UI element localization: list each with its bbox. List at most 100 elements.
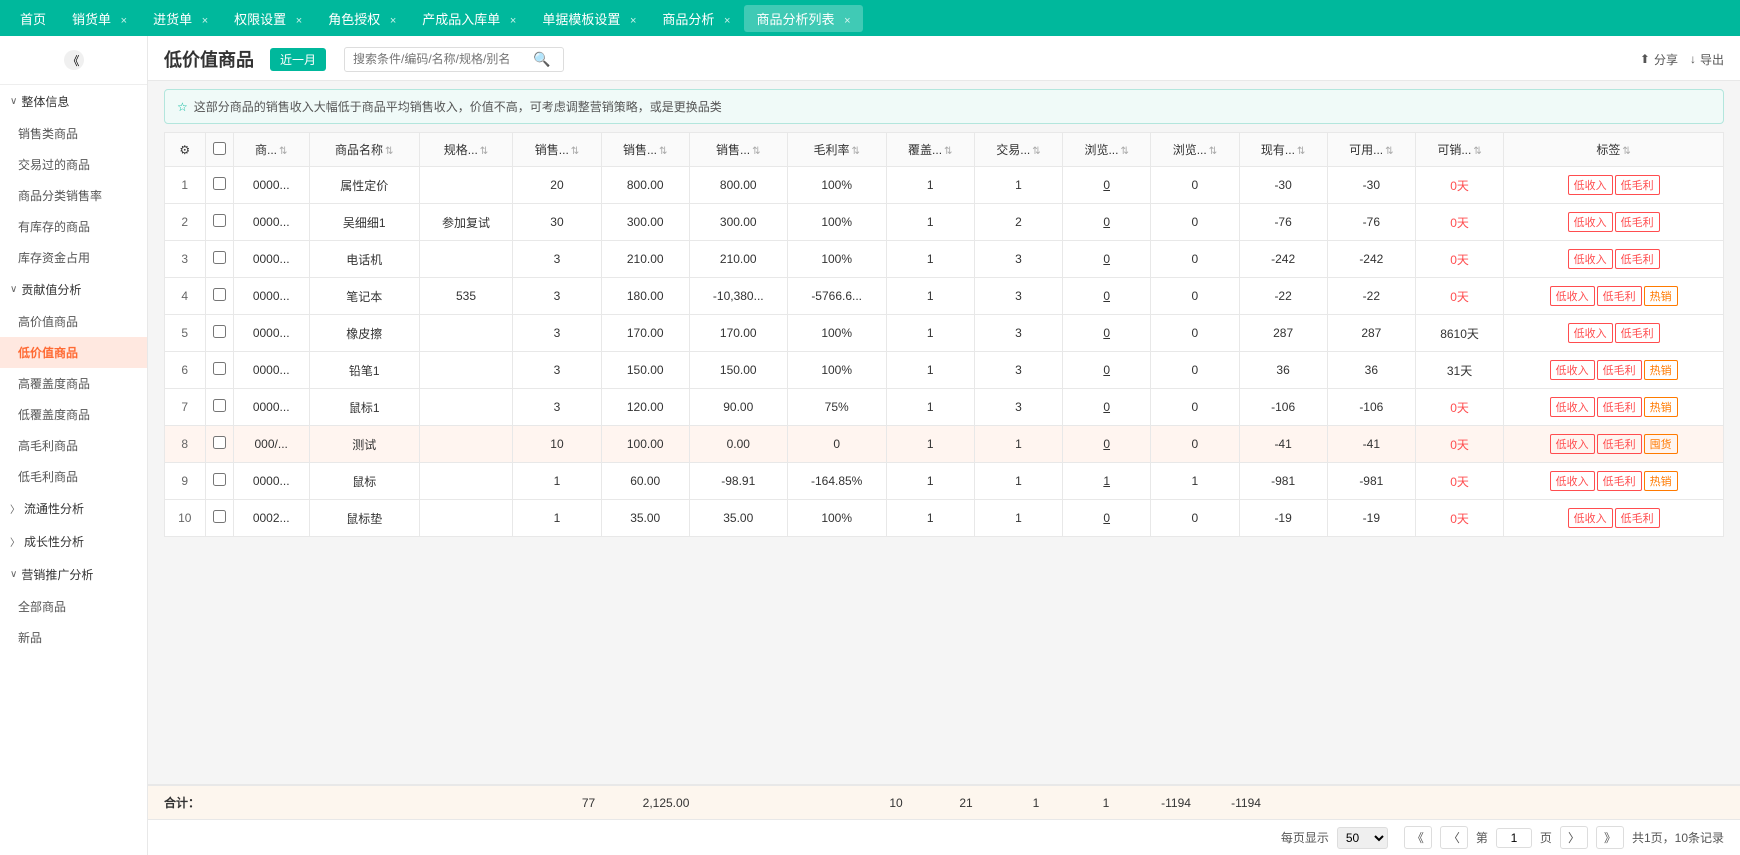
cell-browse1[interactable]: 0 — [1063, 389, 1151, 426]
nav-role-auth[interactable]: 角色授权 × — [316, 5, 408, 32]
cell-code: 0000... — [233, 241, 309, 278]
sidebar-group-circulation[interactable]: 〉 流通性分析 — [0, 492, 147, 525]
col-spec[interactable]: 规格...⇅ — [419, 133, 513, 167]
nav-product-stock[interactable]: 产成品入库单 × — [410, 5, 528, 32]
nav-purchase-order[interactable]: 进货单 × — [141, 5, 220, 32]
col-transaction[interactable]: 交易...⇅ — [974, 133, 1062, 167]
cell-browse1[interactable]: 0 — [1063, 167, 1151, 204]
period-button[interactable]: 近一月 — [270, 48, 326, 71]
cell-browse1[interactable]: 0 — [1063, 500, 1151, 537]
prev-page-btn[interactable]: 〈 — [1440, 826, 1468, 849]
row-checkbox[interactable] — [213, 436, 226, 449]
col-browse2[interactable]: 浏览...⇅ — [1151, 133, 1239, 167]
cell-checkbox[interactable] — [205, 278, 233, 315]
cell-checkbox[interactable] — [205, 204, 233, 241]
nav-product-analysis-list[interactable]: 商品分析列表 × — [744, 5, 862, 32]
col-margin[interactable]: 毛利率⇅ — [787, 133, 886, 167]
col-sales3[interactable]: 销售...⇅ — [689, 133, 787, 167]
cell-browse1[interactable]: 0 — [1063, 241, 1151, 278]
col-current[interactable]: 现有...⇅ — [1239, 133, 1327, 167]
cell-checkbox[interactable] — [205, 389, 233, 426]
nav-home[interactable]: 首页 — [8, 5, 58, 32]
cell-browse1[interactable]: 0 — [1063, 352, 1151, 389]
sidebar-item-new-products[interactable]: 新品 — [0, 622, 147, 653]
row-checkbox[interactable] — [213, 288, 226, 301]
nav-permission[interactable]: 权限设置 × — [222, 5, 314, 32]
select-all-checkbox[interactable] — [213, 142, 226, 155]
col-available[interactable]: 可用...⇅ — [1327, 133, 1415, 167]
sidebar-item-category-sales-rate[interactable]: 商品分类销售率 — [0, 180, 147, 211]
col-sellable[interactable]: 可销...⇅ — [1415, 133, 1503, 167]
browse1-link[interactable]: 0 — [1103, 252, 1110, 266]
export-button[interactable]: ↓ 导出 — [1690, 51, 1724, 68]
sidebar-item-inventory-capital[interactable]: 库存资金占用 — [0, 242, 147, 273]
col-code[interactable]: 商...⇅ — [233, 133, 309, 167]
browse1-link[interactable]: 0 — [1103, 437, 1110, 451]
row-checkbox[interactable] — [213, 510, 226, 523]
cell-checkbox[interactable] — [205, 500, 233, 537]
cell-checkbox[interactable] — [205, 352, 233, 389]
cell-browse1[interactable]: 0 — [1063, 426, 1151, 463]
row-checkbox[interactable] — [213, 473, 226, 486]
sidebar-item-in-stock[interactable]: 有库存的商品 — [0, 211, 147, 242]
col-tags[interactable]: 标签⇅ — [1504, 133, 1724, 167]
sidebar-collapse-btn[interactable]: 《 — [64, 50, 84, 70]
col-browse1[interactable]: 浏览...⇅ — [1063, 133, 1151, 167]
browse1-link[interactable]: 0 — [1103, 400, 1110, 414]
sidebar-item-low-margin[interactable]: 低毛利商品 — [0, 461, 147, 492]
page-number-input[interactable] — [1496, 828, 1532, 848]
sidebar-group-growth[interactable]: 〉 成长性分析 — [0, 525, 147, 558]
first-page-btn[interactable]: 《 — [1404, 826, 1432, 849]
sidebar-item-high-coverage[interactable]: 高覆盖度商品 — [0, 368, 147, 399]
share-button[interactable]: ⬆ 分享 — [1640, 51, 1678, 68]
sidebar-item-sales-products[interactable]: 销售类商品 — [0, 118, 147, 149]
cell-browse1[interactable]: 0 — [1063, 278, 1151, 315]
row-checkbox[interactable] — [213, 177, 226, 190]
next-page-btn[interactable]: 〉 — [1560, 826, 1588, 849]
cell-browse1[interactable]: 0 — [1063, 315, 1151, 352]
row-checkbox[interactable] — [213, 399, 226, 412]
sidebar-item-traded[interactable]: 交易过的商品 — [0, 149, 147, 180]
browse1-link[interactable]: 0 — [1103, 511, 1110, 525]
sidebar-item-low-coverage[interactable]: 低覆盖度商品 — [0, 399, 147, 430]
cell-checkbox[interactable] — [205, 426, 233, 463]
cell-current: -41 — [1239, 426, 1327, 463]
sidebar-item-high-margin[interactable]: 高毛利商品 — [0, 430, 147, 461]
col-sales1[interactable]: 销售...⇅ — [513, 133, 601, 167]
browse1-link[interactable]: 0 — [1103, 178, 1110, 192]
row-checkbox[interactable] — [213, 251, 226, 264]
cell-browse1[interactable]: 1 — [1063, 463, 1151, 500]
sidebar-item-all-products[interactable]: 全部商品 — [0, 591, 147, 622]
cell-browse2: 0 — [1151, 500, 1239, 537]
col-name[interactable]: 商品名称⇅ — [309, 133, 419, 167]
nav-product-analysis[interactable]: 商品分析 × — [650, 5, 742, 32]
row-checkbox[interactable] — [213, 325, 226, 338]
browse1-link[interactable]: 0 — [1103, 215, 1110, 229]
browse1-link[interactable]: 0 — [1103, 363, 1110, 377]
sidebar-group-marketing[interactable]: ∨ 营销推广分析 — [0, 558, 147, 591]
col-coverage[interactable]: 覆盖...⇅ — [886, 133, 974, 167]
nav-sales-order[interactable]: 销货单 × — [60, 5, 139, 32]
row-checkbox[interactable] — [213, 214, 226, 227]
browse1-link[interactable]: 0 — [1103, 326, 1110, 340]
last-page-btn[interactable]: 》 — [1596, 826, 1624, 849]
sidebar-item-high-value[interactable]: 高价值商品 — [0, 306, 147, 337]
cell-checkbox[interactable] — [205, 167, 233, 204]
browse1-link[interactable]: 1 — [1103, 474, 1110, 488]
col-settings[interactable]: ⚙ — [165, 133, 206, 167]
cell-checkbox[interactable] — [205, 241, 233, 278]
cell-browse1[interactable]: 0 — [1063, 204, 1151, 241]
per-page-select[interactable]: 50 100 200 — [1337, 827, 1388, 849]
cell-checkbox[interactable] — [205, 463, 233, 500]
search-input[interactable] — [353, 52, 533, 66]
cell-checkbox[interactable] — [205, 315, 233, 352]
table-row: 10 0002... 鼠标垫 1 35.00 35.00 100% 1 1 0 … — [165, 500, 1724, 537]
sidebar-group-overall[interactable]: ∨ 整体信息 — [0, 85, 147, 118]
sidebar-group-contribution[interactable]: ∨ 贡献值分析 — [0, 273, 147, 306]
nav-template-settings[interactable]: 单据模板设置 × — [530, 5, 648, 32]
browse1-link[interactable]: 0 — [1103, 289, 1110, 303]
col-checkbox[interactable] — [205, 133, 233, 167]
sidebar-item-low-value[interactable]: 低价值商品 — [0, 337, 147, 368]
row-checkbox[interactable] — [213, 362, 226, 375]
col-sales2[interactable]: 销售...⇅ — [601, 133, 689, 167]
